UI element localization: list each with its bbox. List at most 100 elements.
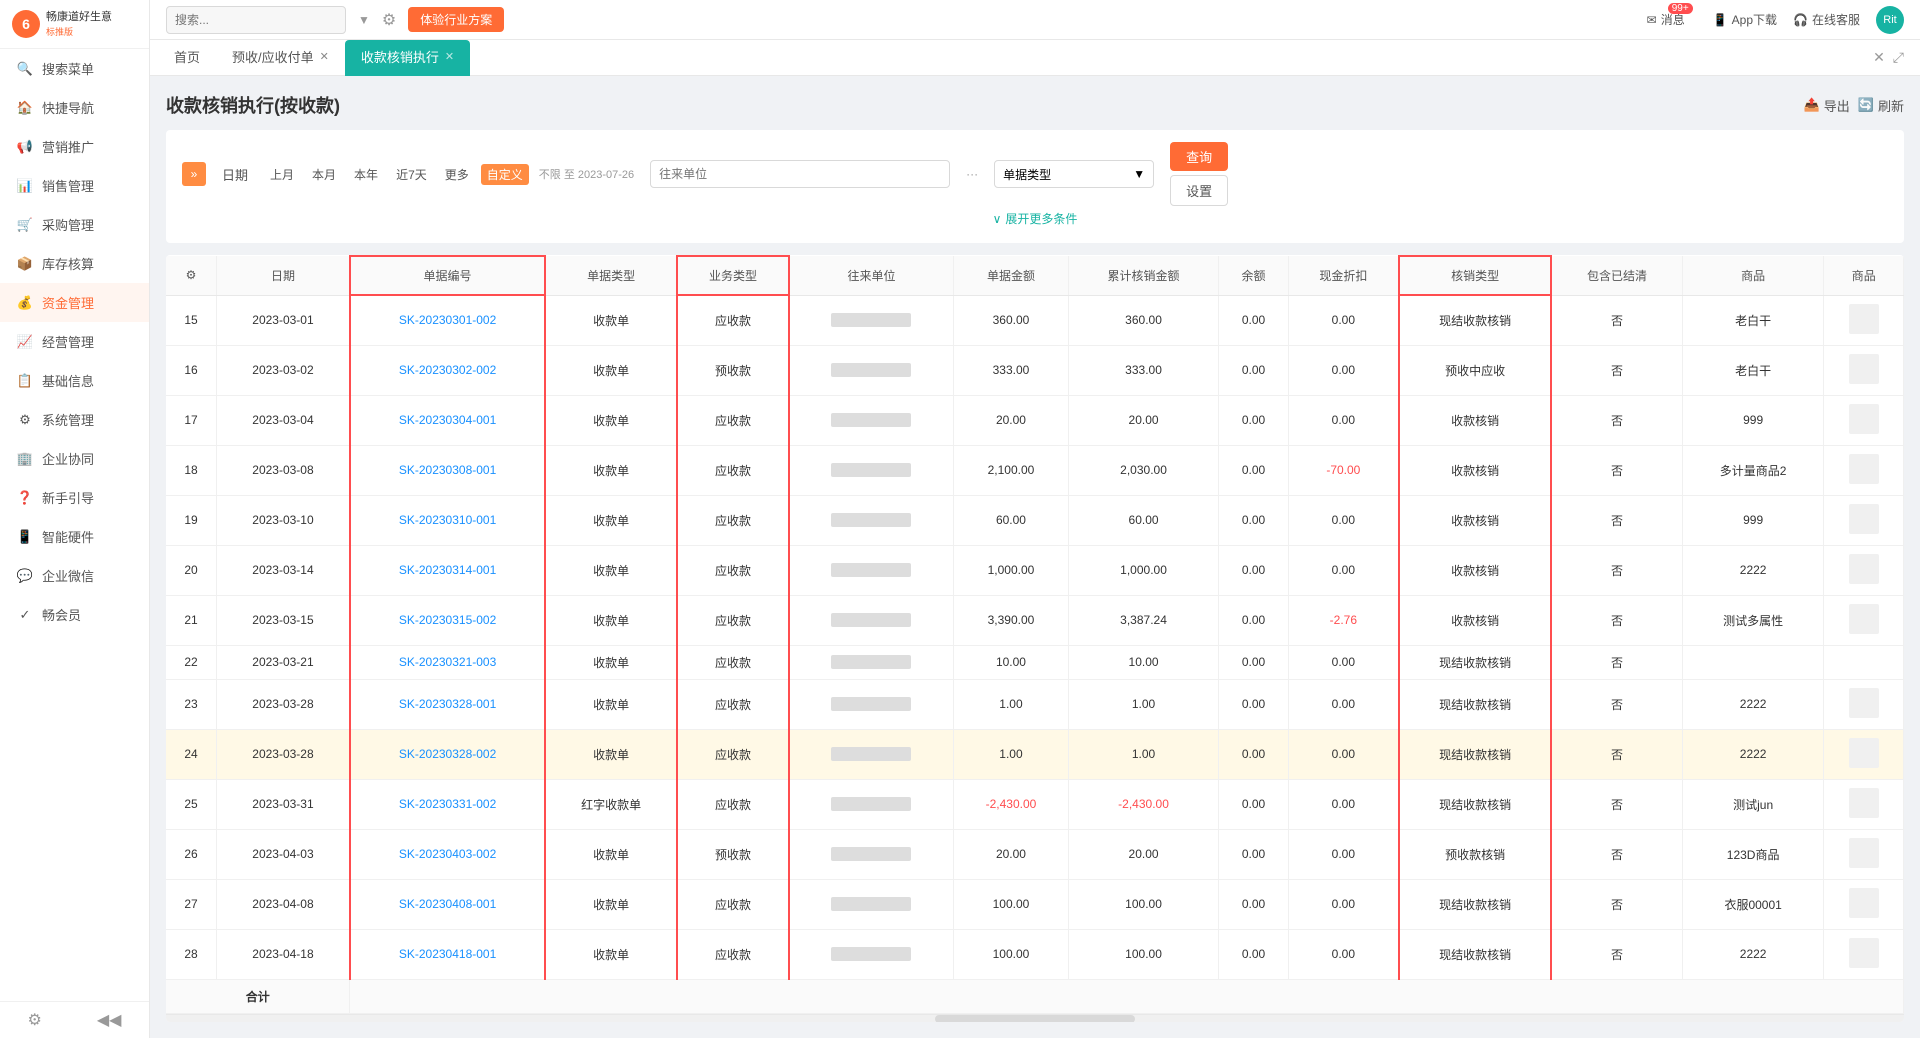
doc-type-select[interactable]: 单据类型 ▼ (994, 160, 1154, 188)
th-amount[interactable]: 单据金额 (954, 256, 1069, 295)
online-service-btn[interactable]: 🎧 在线客服 (1793, 11, 1860, 28)
sidebar-item-enterprise[interactable]: 🏢 企业协同 (0, 439, 149, 478)
doc-no-link[interactable]: SK-20230321-003 (399, 655, 496, 669)
query-btn[interactable]: 查询 (1170, 142, 1228, 171)
date-this-month[interactable]: 本月 (306, 164, 342, 185)
th-settings[interactable]: ⚙ (166, 256, 217, 295)
dropdown-arrow-icon[interactable]: ▼ (358, 13, 370, 27)
more-options-icon[interactable]: ··· (966, 167, 978, 181)
date-7days[interactable]: 近7天 (390, 164, 433, 185)
user-avatar[interactable]: Rit (1876, 6, 1904, 34)
cell-partner (789, 445, 954, 495)
sidebar-item-search[interactable]: 🔍 搜索菜单 (0, 49, 149, 88)
doc-no-link[interactable]: SK-20230418-001 (399, 947, 496, 961)
cell-discount: 0.00 (1288, 495, 1399, 545)
sidebar-item-member[interactable]: ✓ 畅会员 (0, 595, 149, 634)
th-product[interactable]: 商品 (1682, 256, 1824, 295)
app-download-btn[interactable]: 📱 App下载 (1713, 11, 1777, 28)
cell-partner (789, 345, 954, 395)
refresh-btn[interactable]: 🔄 刷新 (1858, 96, 1904, 115)
scrollbar-thumb[interactable] (935, 1015, 1135, 1022)
cell-amount: 60.00 (954, 495, 1069, 545)
sidebar-item-inventory[interactable]: 📦 库存核算 (0, 244, 149, 283)
cell-row-no: 16 (166, 345, 217, 395)
cell-doc-no: SK-20230328-002 (350, 729, 545, 779)
sidebar-item-hardware[interactable]: 📱 智能硬件 (0, 517, 149, 556)
topbar-search-input[interactable] (166, 6, 346, 34)
date-custom-btn[interactable]: 自定义 (481, 164, 529, 185)
collapse-btn[interactable]: ◀◀ (97, 1010, 122, 1030)
cell-total-writeoff: 1.00 (1068, 729, 1219, 779)
product-thumbnail (1849, 888, 1879, 918)
sidebar-item-finance[interactable]: 💰 资金管理 (0, 283, 149, 322)
date-this-year[interactable]: 本年 (348, 164, 384, 185)
sidebar-item-sales[interactable]: 📊 销售管理 (0, 166, 149, 205)
tab-close-receivable[interactable]: ✕ (320, 50, 329, 63)
doc-no-link[interactable]: SK-20230328-002 (399, 747, 496, 761)
th-biz-type[interactable]: 业务类型 (677, 256, 789, 295)
sidebar-item-guide[interactable]: ❓ 新手引导 (0, 478, 149, 517)
settings-bottom-btn[interactable]: ⚙ (28, 1010, 42, 1030)
th-include-settled[interactable]: 包含已结清 (1551, 256, 1682, 295)
cell-date: 2023-03-28 (217, 679, 350, 729)
th-product-img[interactable]: 商品 (1824, 256, 1904, 295)
product-thumbnail (1849, 354, 1879, 384)
doc-no-link[interactable]: SK-20230301-002 (399, 313, 496, 327)
doc-no-link[interactable]: SK-20230302-002 (399, 363, 496, 377)
message-btn[interactable]: ✉ 消息 99+ (1647, 11, 1685, 28)
cell-row-no: 27 (166, 879, 217, 929)
date-more[interactable]: 更多 (439, 164, 475, 185)
doc-no-link[interactable]: SK-20230310-001 (399, 513, 496, 527)
th-total-writeoff[interactable]: 累计核销金额 (1068, 256, 1219, 295)
tab-close-btn[interactable]: ✕ (1873, 49, 1885, 66)
cell-doc-no: SK-20230331-002 (350, 779, 545, 829)
cell-include-settled: 否 (1551, 729, 1682, 779)
sidebar-item-marketing[interactable]: 📢 营销推广 (0, 127, 149, 166)
doc-no-link[interactable]: SK-20230408-001 (399, 897, 496, 911)
doc-no-link[interactable]: SK-20230403-002 (399, 847, 496, 861)
export-btn[interactable]: 📤 导出 (1804, 96, 1850, 115)
tab-actions: ✕ ⤢ (1865, 49, 1912, 66)
expand-conditions-btn[interactable]: ∨ 展开更多条件 (182, 206, 1888, 231)
cell-balance: 0.00 (1219, 929, 1288, 979)
sidebar-item-purchase[interactable]: 🛒 采购管理 (0, 205, 149, 244)
sidebar-item-operations[interactable]: 📈 经营管理 (0, 322, 149, 361)
sidebar-item-quick[interactable]: 🏠 快捷导航 (0, 88, 149, 127)
sidebar-item-system[interactable]: ⚙ 系统管理 (0, 400, 149, 439)
horizontal-scrollbar[interactable] (166, 1014, 1904, 1022)
filter-toggle-btn[interactable]: » (182, 162, 206, 186)
th-doc-type[interactable]: 单据类型 (545, 256, 677, 295)
cell-product: 2222 (1682, 545, 1824, 595)
industry-btn[interactable]: 体验行业方案 (408, 7, 504, 32)
cell-date: 2023-04-18 (217, 929, 350, 979)
th-balance[interactable]: 余额 (1219, 256, 1288, 295)
tab-close-writeoff[interactable]: ✕ (445, 50, 454, 63)
phone-icon: 📱 (1713, 13, 1728, 27)
doc-no-link[interactable]: SK-20230315-002 (399, 613, 496, 627)
table-container: ⚙ 日期 单据编号 单据类型 业务类型 往来单位 单据金额 累计核销金额 余额 … (166, 255, 1904, 1022)
partner-input[interactable] (650, 160, 950, 188)
cell-doc-type: 收款单 (545, 295, 677, 345)
doc-no-link[interactable]: SK-20230304-001 (399, 413, 496, 427)
th-date[interactable]: 日期 (217, 256, 350, 295)
tab-maximize-btn[interactable]: ⤢ (1893, 49, 1904, 66)
th-writeoff-type[interactable]: 核销类型 (1399, 256, 1551, 295)
th-doc-no[interactable]: 单据编号 (350, 256, 545, 295)
th-discount[interactable]: 现金折扣 (1288, 256, 1399, 295)
settings-gear-icon[interactable]: ⚙ (382, 10, 396, 30)
sidebar-item-basic[interactable]: 📋 基础信息 (0, 361, 149, 400)
doc-no-link[interactable]: SK-20230308-001 (399, 463, 496, 477)
cell-include-settled: 否 (1551, 395, 1682, 445)
date-last-month[interactable]: 上月 (264, 164, 300, 185)
sidebar-item-wechat[interactable]: 💬 企业微信 (0, 556, 149, 595)
tab-receivable[interactable]: 预收/应收付单 ✕ (216, 40, 345, 76)
doc-no-link[interactable]: SK-20230328-001 (399, 697, 496, 711)
doc-no-link[interactable]: SK-20230314-001 (399, 563, 496, 577)
tab-home[interactable]: 首页 (158, 40, 216, 76)
th-partner[interactable]: 往来单位 (789, 256, 954, 295)
topbar: ▼ ⚙ 体验行业方案 ✉ 消息 99+ 📱 App下载 🎧 在线客服 Rit (150, 0, 1920, 40)
cell-row-no: 26 (166, 829, 217, 879)
setting-btn[interactable]: 设置 (1170, 175, 1228, 206)
doc-no-link[interactable]: SK-20230331-002 (399, 797, 496, 811)
tab-write-off[interactable]: 收款核销执行 ✕ (345, 40, 470, 76)
